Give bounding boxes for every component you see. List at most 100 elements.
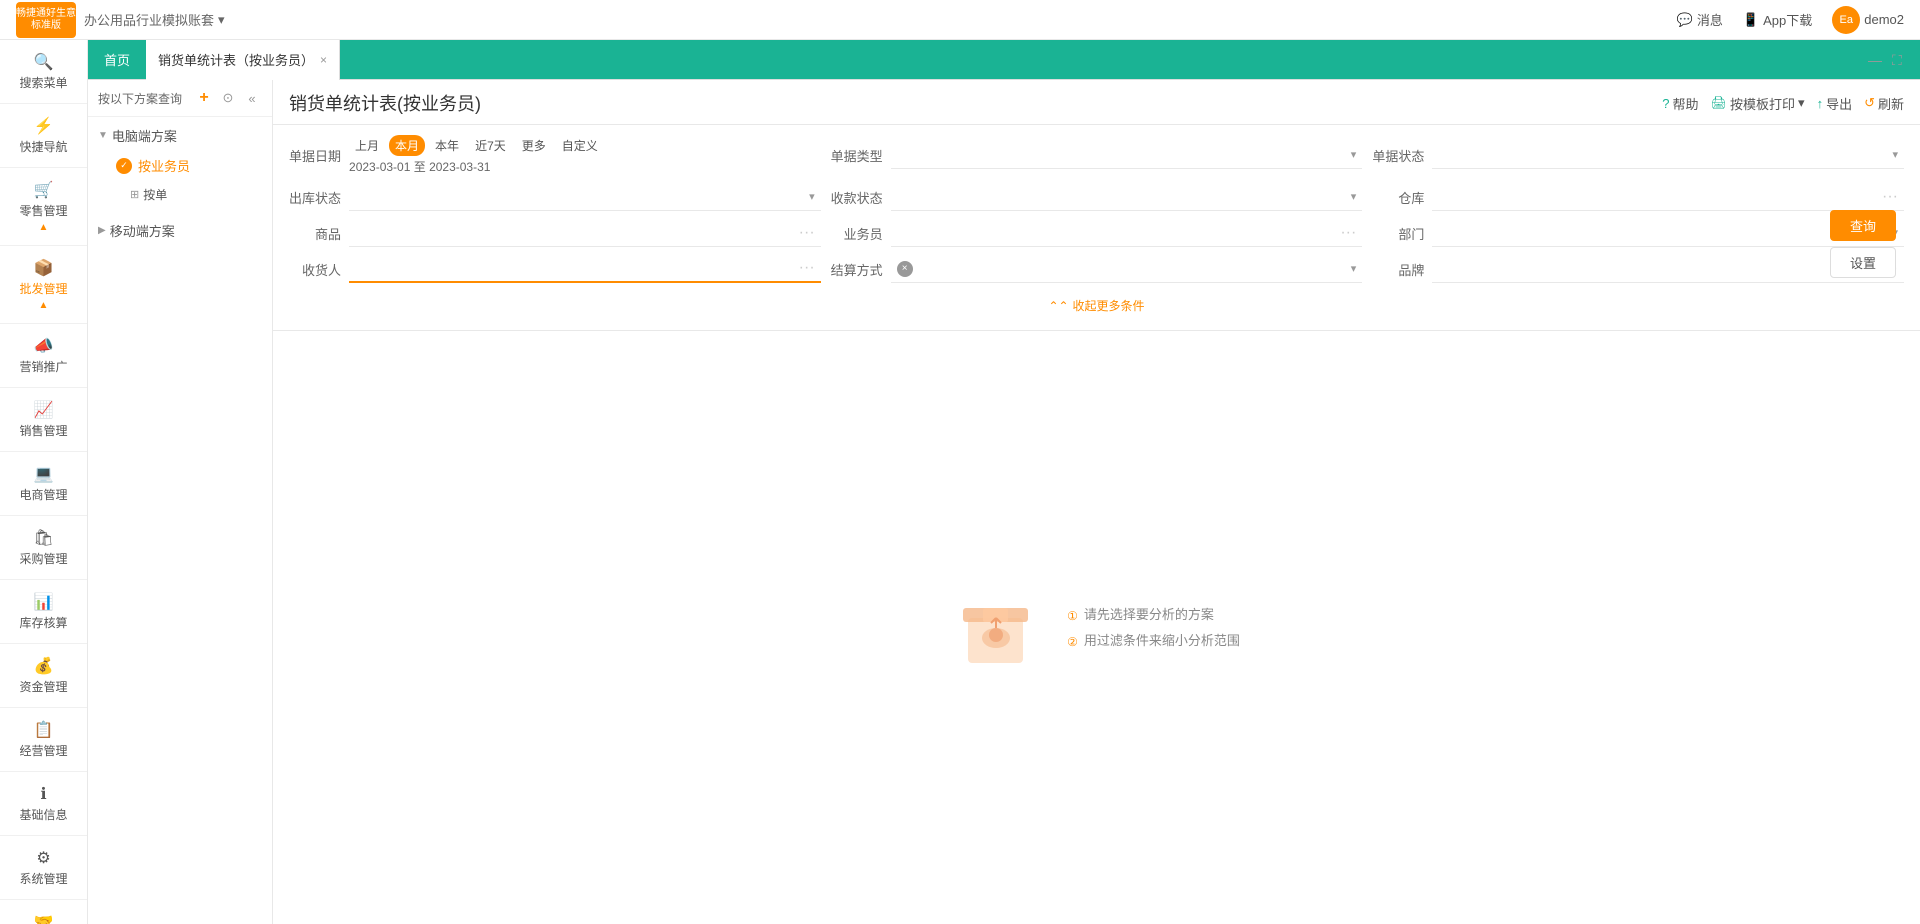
receiver-label: 收货人 [289,260,341,279]
sidebar-item-search[interactable]: 🔍 搜索菜单 [0,40,87,104]
settle-label: 结算方式 [831,260,883,279]
action-buttons: 查询 设置 [1830,210,1896,278]
scheme-header: 按以下方案查询 + ⊙ « [88,80,272,117]
product-label: 商品 [289,224,341,243]
main-layout: 🔍 搜索菜单 ⚡ 快捷导航 🛒 零售管理 ▲ 📦 批发管理 ▲ 📣 营销推广 📈… [0,40,1920,924]
retail-icon: 🛒 [4,180,83,200]
scheme-sub-icon: ⊞ [130,188,139,201]
filter-cell-docstatus: 单据状态 ▾ [1372,135,1904,175]
sidebar: 🔍 搜索菜单 ⚡ 快捷导航 🛒 零售管理 ▲ 📦 批发管理 ▲ 📣 营销推广 📈… [0,40,88,924]
sidebar-item-system[interactable]: ⚙ 系统管理 [0,836,87,900]
doctype-input[interactable]: ▾ [891,141,1363,169]
empty-state: ① 请先选择要分析的方案 ② 用过滤条件来缩小分析范围 [273,331,1920,924]
sidebar-item-marketing[interactable]: 📣 营销推广 [0,324,87,388]
filter-cell-product: 商品 ··· [289,219,821,247]
scheme-sub-item-order[interactable]: ⊞ 按单 [88,181,272,208]
edit-scheme-button[interactable]: ⊙ [218,88,238,108]
maximize-button[interactable]: ⛶ [1892,52,1908,68]
user-profile[interactable]: Ea demo2 [1832,6,1904,34]
empty-hint-2: ② 用过滤条件来缩小分析范围 [1067,628,1240,654]
brand-label: 品牌 [1372,260,1424,279]
message-button[interactable]: 💬 消息 [1677,10,1723,29]
finance-icon: 💰 [4,656,83,676]
settings-button[interactable]: 设置 [1830,247,1896,278]
chevron-down-icon: ▾ [218,12,225,28]
window-controls: — ⛶ [1868,52,1920,68]
scheme-group-pc-header[interactable]: ▼ 电脑端方案 [88,121,272,150]
filter-cell-warehouse: 仓库 ··· [1372,183,1904,211]
collapse-bar[interactable]: ⌃⌃ 收起更多条件 [289,291,1904,320]
tab-home[interactable]: 首页 [88,40,146,80]
settle-chevron-icon: ▾ [1351,262,1357,275]
sidebar-item-sales[interactable]: 📈 销售管理 [0,388,87,452]
app-selector[interactable]: 办公用品行业模拟账套 ▾ [84,10,225,29]
export-icon: ↑ [1817,96,1824,111]
collab-icon: 🤝 [4,912,83,924]
print-chevron-icon: ▾ [1798,95,1805,111]
sidebar-item-purchase[interactable]: 🛍 采购管理 [0,516,87,580]
expand-arrow-icon: ▼ [98,130,108,141]
settle-clear-button[interactable]: × [897,261,913,277]
period-this-month[interactable]: 本月 [389,135,425,156]
sidebar-item-inventory[interactable]: 📊 库存核算 [0,580,87,644]
sidebar-item-quicknav[interactable]: ⚡ 快捷导航 [0,104,87,168]
salesperson-input[interactable]: ··· [891,219,1363,247]
sidebar-item-ecommerce[interactable]: 💻 电商管理 [0,452,87,516]
docstatus-input[interactable]: ▾ [1432,141,1904,169]
period-more[interactable]: 更多 [516,135,552,156]
page-content: 按以下方案查询 + ⊙ « ▼ 电脑端方案 ✓ 按业务员 [88,80,1920,924]
receiver-input[interactable]: ··· [349,255,821,283]
page-actions: ? 帮助 🖨 按模板打印 ▾ ↑ 导出 ↺ [1662,94,1904,113]
settle-input[interactable]: × ▾ [891,255,1363,283]
refresh-icon: ↺ [1864,95,1875,111]
content-area: 首页 销货单统计表（按业务员） × — ⛶ 按以下方案查询 + ⊙ [88,40,1920,924]
refresh-button[interactable]: ↺ 刷新 [1864,94,1904,113]
product-input[interactable]: ··· [349,219,821,247]
scheme-group-mobile-header[interactable]: ▶ 移动端方案 [88,216,272,245]
sidebar-item-retail[interactable]: 🛒 零售管理 ▲ [0,168,87,246]
recvstatus-input[interactable]: ▾ [891,183,1363,211]
outstatus-input[interactable]: ▾ [349,183,821,211]
salesperson-label: 业务员 [831,224,883,243]
add-scheme-button[interactable]: + [194,88,214,108]
scheme-item-salesperson[interactable]: ✓ 按业务员 [88,150,272,181]
date-label: 单据日期 [289,146,341,165]
period-custom[interactable]: 自定义 [556,135,604,156]
filter-content: 销货单统计表(按业务员) ? 帮助 🖨 按模板打印 ▾ ↑ [273,80,1920,924]
app-download-button[interactable]: 📱 App下载 [1743,10,1812,29]
period-7days[interactable]: 近7天 [469,135,512,156]
sidebar-item-basics[interactable]: ℹ 基础信息 [0,772,87,836]
topbar: 畅捷通好生意 标准版 办公用品行业模拟账套 ▾ 💬 消息 📱 App下载 Ea … [0,0,1920,40]
dept-label: 部门 [1372,224,1424,243]
wholesale-icon: 📦 [4,258,83,278]
date-period-buttons: 上月 本月 本年 近7天 更多 自定义 [349,135,821,156]
marketing-icon: 📣 [4,336,83,356]
export-button[interactable]: ↑ 导出 [1817,94,1853,113]
minimize-button[interactable]: — [1868,52,1884,68]
tabbar: 首页 销货单统计表（按业务员） × — ⛶ [88,40,1920,80]
period-last-month[interactable]: 上月 [349,135,385,156]
scheme-actions: + ⊙ « [194,88,262,108]
warehouse-label: 仓库 [1372,188,1424,207]
download-icon: 📱 [1743,12,1759,28]
help-button[interactable]: ? 帮助 [1662,94,1698,113]
doctype-chevron-icon: ▾ [1351,148,1357,161]
collapse-scheme-button[interactable]: « [242,88,262,108]
sidebar-item-finance[interactable]: 💰 资金管理 [0,644,87,708]
warehouse-input[interactable]: ··· [1432,183,1904,211]
sidebar-item-wholesale[interactable]: 📦 批发管理 ▲ [0,246,87,324]
filter-cell-dept: 部门 ▾ [1372,219,1904,247]
recvstatus-label: 收款状态 [831,188,883,207]
sidebar-item-operations[interactable]: 📋 经营管理 [0,708,87,772]
help-icon: ? [1662,96,1669,111]
sidebar-item-collab[interactable]: 🤝 企业协同 [0,900,87,924]
period-this-year[interactable]: 本年 [429,135,465,156]
print-button[interactable]: 🖨 按模板打印 ▾ [1711,94,1805,113]
logo-text: 畅捷通好生意 标准版 [16,8,76,32]
tab-close-button[interactable]: × [320,53,327,67]
product-dots-icon: ··· [799,224,815,242]
date-filter-group: 上月 本月 本年 近7天 更多 自定义 2023-03-01 至 2023-03… [349,135,821,175]
tab-active[interactable]: 销货单统计表（按业务员） × [146,40,340,80]
doctype-label: 单据类型 [831,146,883,165]
query-button[interactable]: 查询 [1830,210,1896,241]
